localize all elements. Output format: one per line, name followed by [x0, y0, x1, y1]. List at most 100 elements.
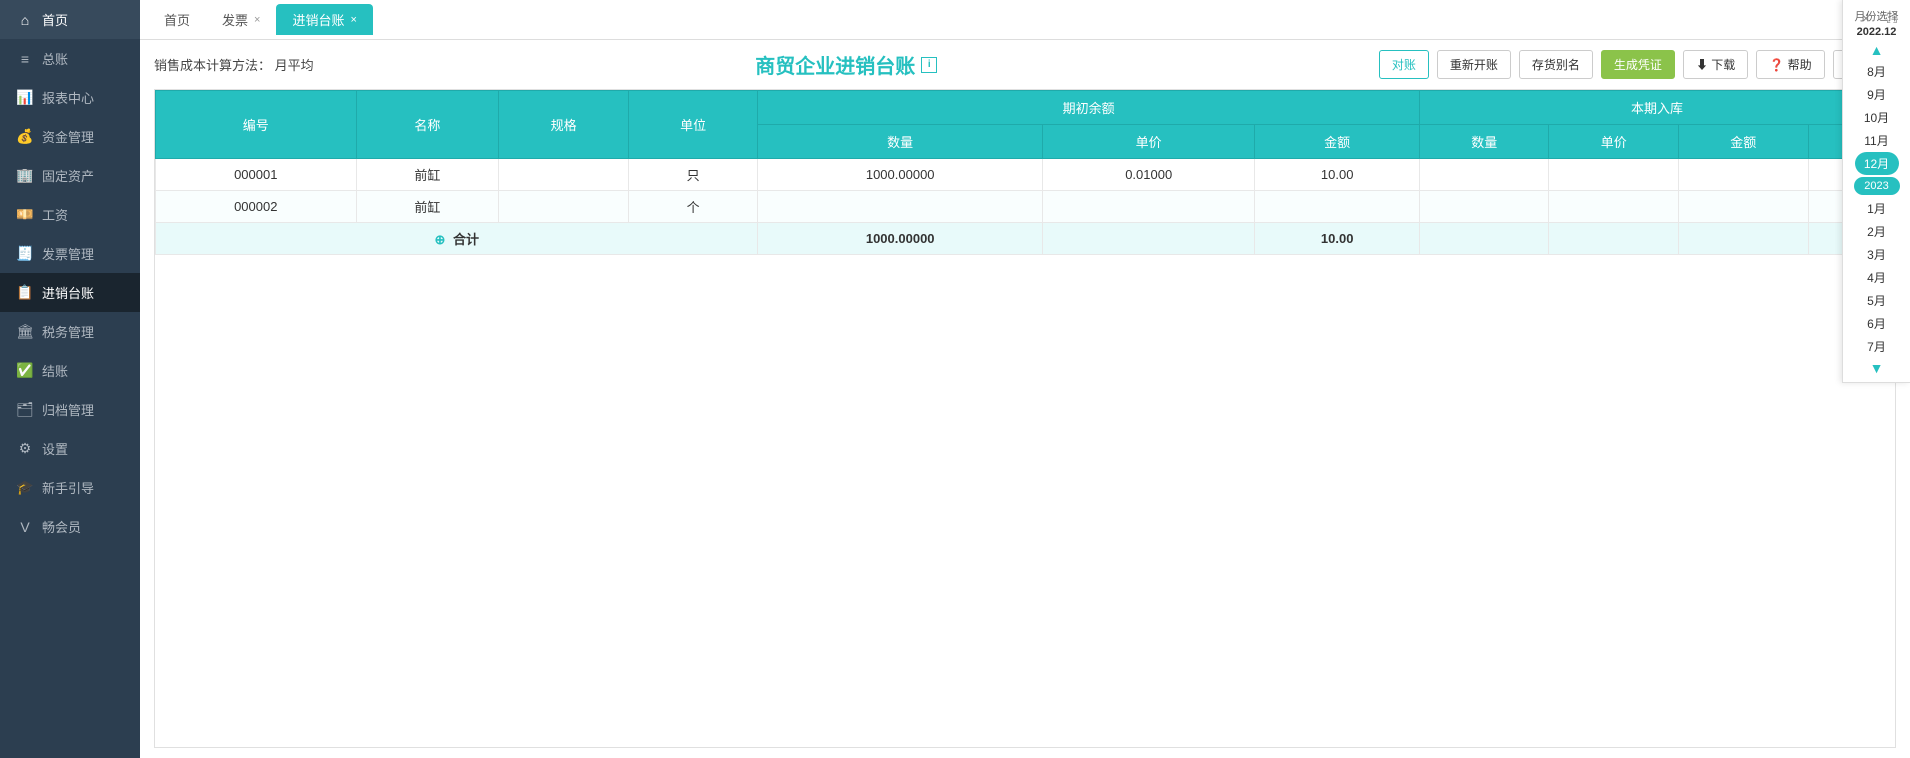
tab-invoice-label: 发票 [222, 10, 248, 29]
info-bar: 销售成本计算方法： 月平均 商贸企业进销台账 i 对账 重新开账 存货别名 生成… [154, 50, 1896, 79]
sidebar-item-archive-management[interactable]: 🗂 归档管理 [0, 390, 140, 429]
sidebar-item-settings[interactable]: ⚙ 设置 [0, 429, 140, 468]
cell-cp-qty [1419, 159, 1549, 191]
sidebar-item-label: 结账 [42, 361, 68, 380]
sidebar-item-settlement[interactable]: ✅ 结账 [0, 351, 140, 390]
close-button[interactable]: × [1856, 8, 1876, 28]
col-opening-balance: 期初余额 [758, 91, 1420, 125]
cell-code: 000001 [156, 159, 357, 191]
member-icon: V [16, 519, 34, 535]
sidebar-item-label: 报表中心 [42, 88, 94, 107]
window-controls: × ⛶ [1856, 8, 1902, 28]
gear-icon: ⚙ [16, 440, 34, 457]
month-item-5[interactable]: 5月 [1855, 289, 1899, 312]
sidebar-item-label: 畅会员 [42, 517, 81, 536]
tab-home[interactable]: 首页 [148, 4, 206, 35]
col-ob-qty: 数量 [758, 125, 1043, 159]
col-cp-amount: 金额 [1679, 125, 1809, 159]
save-alias-button[interactable]: 存货别名 [1519, 50, 1593, 79]
tab-invoice[interactable]: 发票 × [206, 4, 276, 35]
reopen-button[interactable]: 重新开账 [1437, 50, 1511, 79]
month-item-9[interactable]: 9月 [1855, 83, 1899, 106]
generate-voucher-button[interactable]: 生成凭证 [1601, 50, 1675, 79]
page-title: 商贸企业进销台账 [755, 50, 915, 79]
cell-ob-qty [758, 191, 1043, 223]
sidebar-item-tax-management[interactable]: 🏛 税务管理 [0, 312, 140, 351]
col-ob-amount: 金额 [1255, 125, 1420, 159]
cost-method-info: 销售成本计算方法： 月平均 [154, 55, 314, 74]
reconcile-button[interactable]: 对账 [1379, 50, 1429, 79]
tab-home-label: 首页 [164, 10, 190, 29]
tab-purchase-sales-close[interactable]: × [350, 14, 356, 26]
cell-cp-price [1549, 159, 1679, 191]
cell-unit: 个 [628, 191, 758, 223]
tab-purchase-sales-label: 进销台账 [292, 10, 344, 29]
cell-name: 前缸 [356, 159, 499, 191]
main-area: × ⛶ 首页 发票 × 进销台账 × 销售成本计算方法： 月平均 商贸企业进销台… [140, 0, 1910, 758]
cell-ob-qty: 1000.00000 [758, 159, 1043, 191]
total-label: ⊕ 合计 [156, 223, 758, 255]
month-item-4[interactable]: 4月 [1855, 266, 1899, 289]
sidebar-item-purchase-sales[interactable]: 📋 进销台账 [0, 273, 140, 312]
invoice-icon: 🧾 [16, 245, 34, 262]
sidebar-item-member[interactable]: V 畅会员 [0, 507, 140, 546]
sidebar-item-label: 进销台账 [42, 283, 94, 302]
cost-method-value: 月平均 [275, 58, 314, 73]
col-current-purchase: 本期入库 [1419, 91, 1894, 125]
sidebar-item-label: 税务管理 [42, 322, 94, 341]
guide-icon: 🎓 [16, 479, 34, 496]
help-button[interactable]: ❓ 帮助 [1756, 50, 1824, 79]
total-ob-price [1042, 223, 1255, 255]
sidebar-item-beginner-guide[interactable]: 🎓 新手引导 [0, 468, 140, 507]
col-code: 编号 [156, 91, 357, 159]
sidebar-item-invoice-management[interactable]: 🧾 发票管理 [0, 234, 140, 273]
sidebar-item-label: 工资 [42, 205, 68, 224]
month-item-6[interactable]: 6月 [1855, 312, 1899, 335]
month-item-11[interactable]: 11月 [1855, 129, 1899, 152]
cell-ob-price: 0.01000 [1042, 159, 1255, 191]
tax-icon: 🏛 [16, 323, 34, 340]
download-button[interactable]: ⬇ 下载 [1683, 50, 1748, 79]
total-row: ⊕ 合计 1000.00000 10.00 [156, 223, 1895, 255]
info-icon[interactable]: i [921, 57, 937, 73]
cell-ob-price [1042, 191, 1255, 223]
cell-code: 000002 [156, 191, 357, 223]
sidebar-item-payroll[interactable]: 💴 工资 [0, 195, 140, 234]
payroll-icon: 💴 [16, 206, 34, 223]
sidebar-item-general-ledger[interactable]: ≡ 总账 [0, 39, 140, 78]
month-item-12[interactable]: 12月 [1855, 152, 1899, 175]
cell-spec [499, 159, 629, 191]
total-ob-amount: 10.00 [1255, 223, 1420, 255]
sidebar-item-fund-management[interactable]: 💰 资金管理 [0, 117, 140, 156]
download-icon: ⬇ [1696, 58, 1711, 72]
cell-unit: 只 [628, 159, 758, 191]
col-spec: 规格 [499, 91, 629, 159]
month-item-2[interactable]: 2月 [1855, 220, 1899, 243]
sidebar-item-fixed-assets[interactable]: 🏢 固定资产 [0, 156, 140, 195]
sidebar-item-label: 资金管理 [42, 127, 94, 146]
total-cp-qty [1419, 223, 1549, 255]
page-title-area: 商贸企业进销台账 i [755, 50, 937, 79]
month-item-3[interactable]: 3月 [1855, 243, 1899, 266]
cell-cp-qty [1419, 191, 1549, 223]
maximize-button[interactable]: ⛶ [1882, 8, 1902, 28]
tab-purchase-sales[interactable]: 进销台账 × [276, 4, 372, 35]
month-panel: 月份选择 2022.12 ▲ 8月 9月 10月 11月 12月 2023 1月… [1842, 0, 1910, 383]
sidebar-item-label: 固定资产 [42, 166, 94, 185]
purchase-sales-icon: 📋 [16, 284, 34, 301]
sidebar-item-reports[interactable]: 📊 报表中心 [0, 78, 140, 117]
cell-spec [499, 191, 629, 223]
month-item-7[interactable]: 7月 [1855, 335, 1899, 358]
month-item-10[interactable]: 10月 [1855, 106, 1899, 129]
month-scroll-down[interactable]: ▼ [1870, 358, 1884, 378]
cell-cp-price [1549, 191, 1679, 223]
sidebar-item-home[interactable]: ⌂ 首页 [0, 0, 140, 39]
assets-icon: 🏢 [16, 167, 34, 184]
col-cp-price: 单价 [1549, 125, 1679, 159]
tab-invoice-close[interactable]: × [254, 14, 260, 26]
month-item-1[interactable]: 1月 [1855, 197, 1899, 220]
month-item-8[interactable]: 8月 [1855, 60, 1899, 83]
sidebar-item-label: 设置 [42, 439, 68, 458]
month-scroll-up[interactable]: ▲ [1870, 40, 1884, 60]
cost-method-label: 销售成本计算方法： [154, 58, 271, 73]
